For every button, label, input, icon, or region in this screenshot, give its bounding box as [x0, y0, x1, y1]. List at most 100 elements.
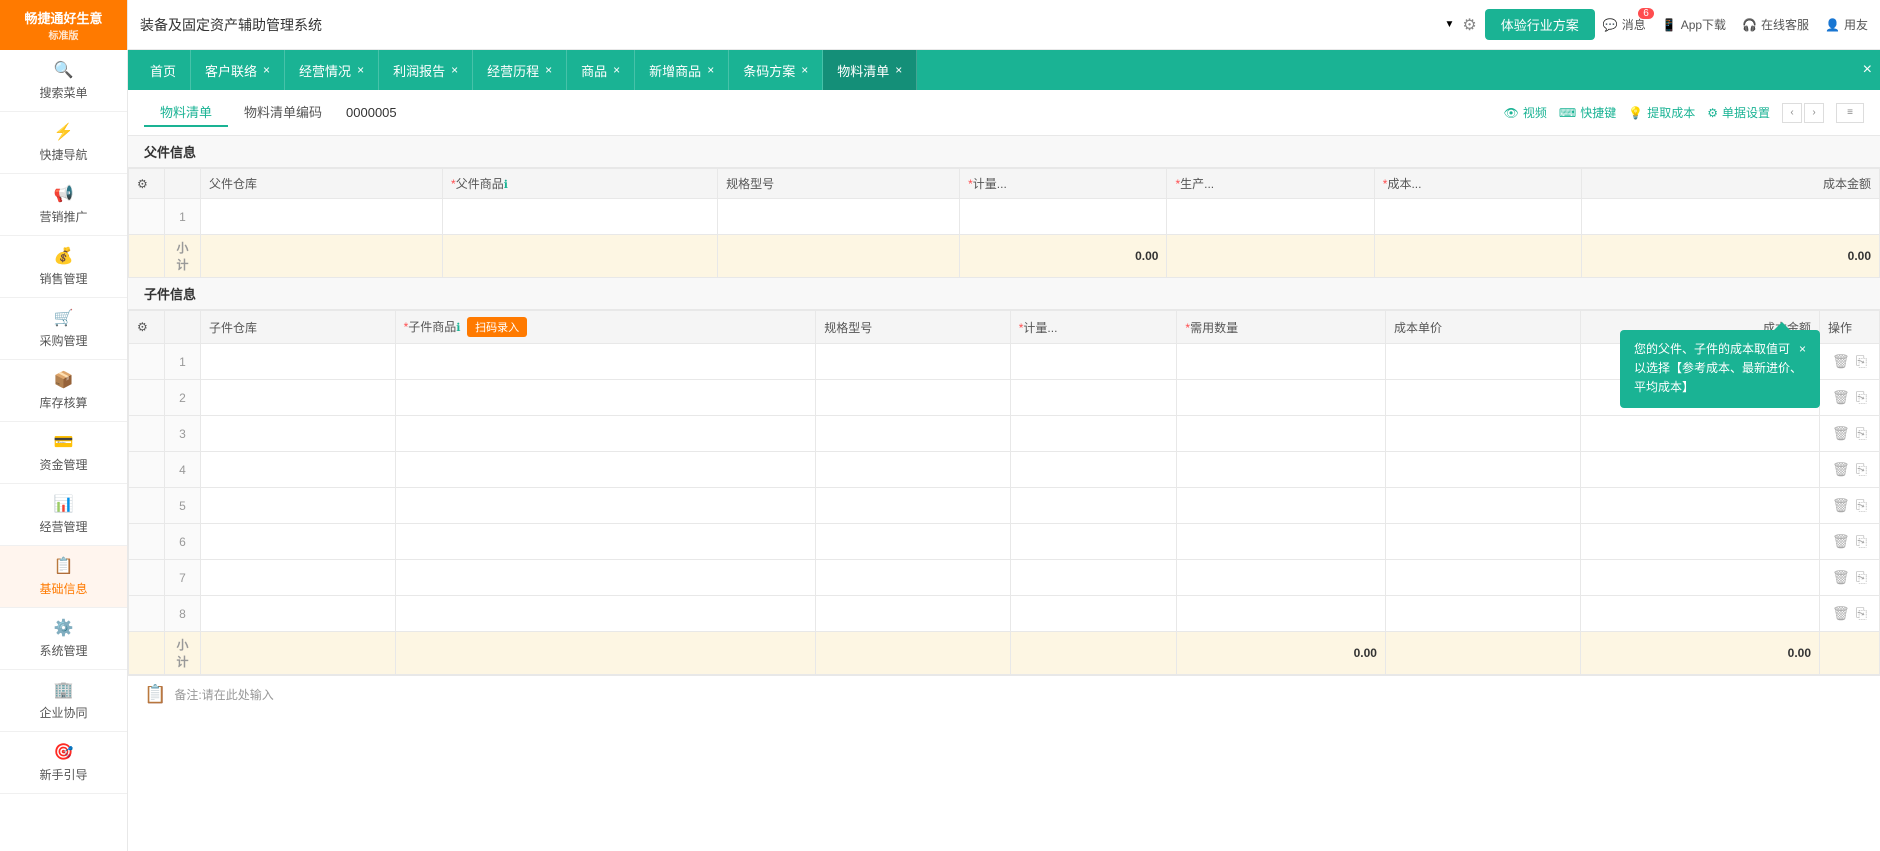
single-settings-action[interactable]: ⚙ 单据设置 — [1707, 104, 1770, 121]
child-row-unit-cell[interactable] — [1010, 452, 1177, 488]
child-row-unit-cell[interactable] — [1010, 488, 1177, 524]
child-row-warehouse-cell[interactable] — [201, 596, 396, 632]
child-row-quantity-cell[interactable] — [1177, 344, 1386, 380]
sidebar-item-system[interactable]: ⚙️ 系统管理 — [0, 608, 127, 670]
menu-icon[interactable]: ≡ — [1836, 103, 1864, 123]
sidebar-item-enterprise[interactable]: 🏢 企业协同 — [0, 670, 127, 732]
child-row-unit-cost-cell[interactable] — [1385, 452, 1580, 488]
nav-tab-close-icon[interactable]: × — [707, 63, 714, 77]
nav-tab-close-icon[interactable]: × — [613, 63, 620, 77]
child-row-unit-cell[interactable] — [1010, 560, 1177, 596]
child-row-warehouse-cell[interactable] — [201, 560, 396, 596]
sidebar-item-purchase[interactable]: 🛒 采购管理 — [0, 298, 127, 360]
delete-icon[interactable]: 🗑 — [1832, 533, 1850, 550]
delete-icon[interactable]: 🗑 — [1832, 389, 1850, 406]
child-row-warehouse-cell[interactable] — [201, 488, 396, 524]
nav-tab-close-icon[interactable]: × — [801, 63, 808, 77]
nav-tab-close-icon[interactable]: × — [263, 63, 270, 77]
parent-row-cost-cell[interactable] — [1374, 199, 1581, 235]
copy-icon[interactable]: ⎘ — [1856, 389, 1867, 406]
copy-icon[interactable]: ⎘ — [1856, 569, 1867, 586]
sub-tab-material-code[interactable]: 物料清单编码 — [228, 98, 338, 127]
user-action[interactable]: 👤 用友 — [1825, 16, 1868, 33]
child-row-warehouse-cell[interactable] — [201, 344, 396, 380]
nav-tab-operations[interactable]: 经营情况 × — [285, 50, 379, 90]
shortcut-action[interactable]: ⌨ 快捷键 — [1559, 104, 1616, 121]
child-row-product-cell[interactable] — [395, 452, 816, 488]
online-service-action[interactable]: 🎧 在线客服 — [1742, 16, 1809, 33]
copy-icon[interactable]: ⎘ — [1856, 533, 1867, 550]
parent-row-spec-cell[interactable] — [718, 199, 960, 235]
child-row-unit-cell[interactable] — [1010, 596, 1177, 632]
parent-row-production-cell[interactable] — [1167, 199, 1374, 235]
note-text[interactable]: 备注:请在此处输入 — [174, 686, 273, 703]
sidebar-item-finance[interactable]: 💳 资金管理 — [0, 422, 127, 484]
sidebar-item-inventory[interactable]: 📦 库存核算 — [0, 360, 127, 422]
child-row-unit-cost-cell[interactable] — [1385, 344, 1580, 380]
child-row-quantity-cell[interactable] — [1177, 452, 1386, 488]
child-row-unit-cost-cell[interactable] — [1385, 416, 1580, 452]
child-row-quantity-cell[interactable] — [1177, 524, 1386, 560]
delete-icon[interactable]: 🗑 — [1832, 569, 1850, 586]
child-row-unit-cost-cell[interactable] — [1385, 560, 1580, 596]
nav-tab-customers[interactable]: 客户联络 × — [191, 50, 285, 90]
child-row-spec-cell[interactable] — [816, 560, 1011, 596]
child-row-unit-cell[interactable] — [1010, 344, 1177, 380]
scan-button[interactable]: 扫码录入 — [467, 317, 527, 337]
sidebar-item-search[interactable]: 🔍 搜索菜单 — [0, 50, 127, 112]
child-row-quantity-cell[interactable] — [1177, 560, 1386, 596]
copy-icon[interactable]: ⎘ — [1856, 425, 1867, 442]
child-row-unit-cell[interactable] — [1010, 416, 1177, 452]
child-row-spec-cell[interactable] — [816, 488, 1011, 524]
child-th-settings[interactable]: ⚙ — [129, 311, 165, 344]
child-row-product-cell[interactable] — [395, 560, 816, 596]
copy-icon[interactable]: ⎘ — [1856, 497, 1867, 514]
child-row-spec-cell[interactable] — [816, 452, 1011, 488]
message-action[interactable]: 💬 6 消息 — [1603, 16, 1646, 33]
app-download-action[interactable]: 📱 App下载 — [1662, 16, 1726, 33]
sidebar-item-operations[interactable]: 📊 经营管理 — [0, 484, 127, 546]
view-action[interactable]: 👁 视频 — [1504, 104, 1547, 121]
child-row-product-cell[interactable] — [395, 380, 816, 416]
child-row-spec-cell[interactable] — [816, 524, 1011, 560]
nav-tabs-close-all-icon[interactable]: × — [1863, 61, 1872, 79]
nav-tab-products[interactable]: 商品 × — [567, 50, 635, 90]
sidebar-item-marketing[interactable]: 📢 营销推广 — [0, 174, 127, 236]
child-row-warehouse-cell[interactable] — [201, 380, 396, 416]
extract-cost-action[interactable]: 💡 提取成本 — [1628, 104, 1695, 121]
child-row-quantity-cell[interactable] — [1177, 380, 1386, 416]
child-row-unit-cost-cell[interactable] — [1385, 488, 1580, 524]
nav-tab-home[interactable]: 首页 — [136, 50, 191, 90]
nav-tab-close-icon[interactable]: × — [545, 63, 552, 77]
parent-th-settings[interactable]: ⚙ — [129, 169, 165, 199]
child-row-product-cell[interactable] — [395, 488, 816, 524]
child-row-product-cell[interactable] — [395, 524, 816, 560]
child-row-quantity-cell[interactable] — [1177, 596, 1386, 632]
nav-tab-close-icon[interactable]: × — [357, 63, 364, 77]
child-row-warehouse-cell[interactable] — [201, 452, 396, 488]
nav-tab-profit[interactable]: 利润报告 × — [379, 50, 473, 90]
copy-icon[interactable]: ⎘ — [1856, 605, 1867, 622]
delete-icon[interactable]: 🗑 — [1832, 353, 1850, 370]
child-row-product-cell[interactable] — [395, 596, 816, 632]
copy-icon[interactable]: ⎘ — [1856, 353, 1867, 370]
tooltip-close-button[interactable]: × — [1799, 340, 1806, 359]
delete-icon[interactable]: 🗑 — [1832, 497, 1850, 514]
child-row-unit-cost-cell[interactable] — [1385, 380, 1580, 416]
parent-row-warehouse-cell[interactable] — [201, 199, 443, 235]
child-row-unit-cell[interactable] — [1010, 380, 1177, 416]
sidebar-item-sales[interactable]: 💰 销售管理 — [0, 236, 127, 298]
child-row-spec-cell[interactable] — [816, 596, 1011, 632]
nav-tab-history[interactable]: 经营历程 × — [473, 50, 567, 90]
delete-icon[interactable]: 🗑 — [1832, 425, 1850, 442]
nav-tab-new-products[interactable]: 新增商品 × — [635, 50, 729, 90]
next-arrow[interactable]: › — [1804, 103, 1824, 123]
sidebar-item-quick-nav[interactable]: ⚡ 快捷导航 — [0, 112, 127, 174]
copy-icon[interactable]: ⎘ — [1856, 461, 1867, 478]
delete-icon[interactable]: 🗑 — [1832, 605, 1850, 622]
settings-gear-icon[interactable]: ⚙ — [1462, 15, 1476, 35]
child-row-spec-cell[interactable] — [816, 380, 1011, 416]
child-row-spec-cell[interactable] — [816, 416, 1011, 452]
nav-tab-material[interactable]: 物料清单 × — [823, 50, 917, 90]
child-row-spec-cell[interactable] — [816, 344, 1011, 380]
